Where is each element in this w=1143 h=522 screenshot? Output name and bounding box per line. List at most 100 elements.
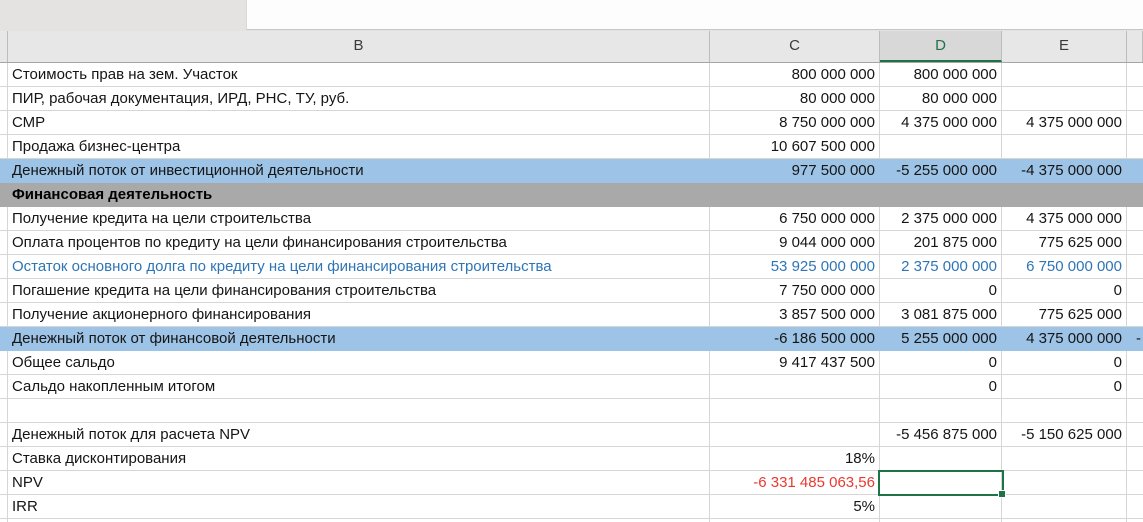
cell-e[interactable]: 775 625 000 (1002, 231, 1127, 255)
cell-d[interactable]: 201 875 000 (880, 231, 1002, 255)
cell-d[interactable]: 2 375 000 000 (880, 207, 1002, 231)
cell-a[interactable] (0, 87, 8, 111)
cell-label[interactable]: Денежный поток для расчета NPV (8, 423, 710, 447)
cell-d[interactable] (880, 135, 1002, 159)
cell-d[interactable] (880, 447, 1002, 471)
cell-c[interactable] (710, 183, 880, 207)
cell-c[interactable]: -6 186 500 000 (710, 327, 880, 351)
cell-a[interactable] (0, 159, 8, 183)
cell-label[interactable]: ПИР, рабочая документация, ИРД, РНС, ТУ,… (8, 87, 710, 111)
cell-a[interactable] (0, 375, 8, 399)
cell-a[interactable] (0, 207, 8, 231)
column-header-f-sliver[interactable] (1127, 31, 1143, 62)
cell-c[interactable]: 8 750 000 000 (710, 111, 880, 135)
cell-c[interactable]: 800 000 000 (710, 63, 880, 87)
cell-f[interactable] (1127, 471, 1143, 495)
cell-a[interactable] (0, 327, 8, 351)
cell-c[interactable] (710, 375, 880, 399)
cell-c[interactable]: 53 925 000 000 (710, 255, 880, 279)
cell-a[interactable] (0, 135, 8, 159)
column-header-e[interactable]: E (1002, 31, 1127, 62)
cell-label[interactable]: Сальдо накопленным итогом (8, 375, 710, 399)
cell-f[interactable] (1127, 423, 1143, 447)
cell-c[interactable] (710, 423, 880, 447)
cell-f[interactable] (1127, 87, 1143, 111)
cell-a[interactable] (0, 303, 8, 327)
cell-label[interactable] (8, 399, 710, 423)
cell-label[interactable]: Денежный поток от финансовой деятельност… (8, 327, 710, 351)
cell-f[interactable] (1127, 207, 1143, 231)
cell-label[interactable]: Продажа бизнес-центра (8, 135, 710, 159)
cell-e[interactable]: -5 150 625 000 (1002, 423, 1127, 447)
cell-label[interactable]: Денежный поток от инвестиционной деятель… (8, 159, 710, 183)
cell-d[interactable]: 0 (880, 351, 1002, 375)
cell-e[interactable] (1002, 183, 1127, 207)
cell-e[interactable]: 0 (1002, 279, 1127, 303)
cell-label[interactable]: Общее сальдо (8, 351, 710, 375)
cell-label[interactable]: Оплата процентов по кредиту на цели фина… (8, 231, 710, 255)
cell-c[interactable]: 977 500 000 (710, 159, 880, 183)
cell-e[interactable]: 4 375 000 000 (1002, 207, 1127, 231)
formula-bar[interactable] (246, 0, 1143, 30)
cell-e[interactable] (1002, 495, 1127, 519)
cell-d[interactable]: 0 (880, 279, 1002, 303)
column-header-b[interactable]: B (8, 31, 710, 62)
fill-handle[interactable] (998, 490, 1006, 498)
cell-e[interactable] (1002, 447, 1127, 471)
cell-a[interactable] (0, 399, 8, 423)
cell-f[interactable] (1127, 303, 1143, 327)
cell-f[interactable] (1127, 399, 1143, 423)
cell-label[interactable]: Погашение кредита на цели финансирования… (8, 279, 710, 303)
cell-c[interactable]: 6 750 000 000 (710, 207, 880, 231)
cell-f[interactable] (1127, 159, 1143, 183)
cell-label[interactable]: Остаток основного долга по кредиту на це… (8, 255, 710, 279)
cell-d[interactable]: 800 000 000 (880, 63, 1002, 87)
cell-f[interactable] (1127, 351, 1143, 375)
cell-e[interactable] (1002, 471, 1127, 495)
cell-a[interactable] (0, 447, 8, 471)
cell-a[interactable] (0, 279, 8, 303)
cell-a[interactable] (0, 495, 8, 519)
cell-e[interactable] (1002, 135, 1127, 159)
column-header-d[interactable]: D (880, 31, 1002, 62)
cell-a[interactable] (0, 423, 8, 447)
cell-a[interactable] (0, 255, 8, 279)
cell-c[interactable] (710, 399, 880, 423)
cell-a[interactable] (0, 471, 8, 495)
cell-d[interactable]: 80 000 000 (880, 87, 1002, 111)
cell-e[interactable] (1002, 87, 1127, 111)
cell-e[interactable]: -4 375 000 000 (1002, 159, 1127, 183)
cell-d[interactable] (880, 183, 1002, 207)
cell-d[interactable]: 4 375 000 000 (880, 111, 1002, 135)
cell-e[interactable] (1002, 63, 1127, 87)
cell-d[interactable]: 3 081 875 000 (880, 303, 1002, 327)
cell-f[interactable] (1127, 231, 1143, 255)
cell-d[interactable] (880, 399, 1002, 423)
cell-f[interactable] (1127, 111, 1143, 135)
cell-f[interactable] (1127, 255, 1143, 279)
cell-a[interactable] (0, 351, 8, 375)
cell-label[interactable]: Получение кредита на цели строительства (8, 207, 710, 231)
cell-c[interactable]: 9 417 437 500 (710, 351, 880, 375)
cell-d[interactable] (880, 495, 1002, 519)
cell-f[interactable] (1127, 375, 1143, 399)
cell-c[interactable]: 5% (710, 495, 880, 519)
cell-d[interactable]: -5 456 875 000 (880, 423, 1002, 447)
cell-e[interactable]: 4 375 000 000 (1002, 111, 1127, 135)
cell-label[interactable]: Получение акционерного финансирования (8, 303, 710, 327)
cell-e[interactable]: 0 (1002, 375, 1127, 399)
cell-label[interactable]: Стоимость прав на зем. Участок (8, 63, 710, 87)
cell-e[interactable]: 0 (1002, 351, 1127, 375)
cell-c[interactable]: 9 044 000 000 (710, 231, 880, 255)
cell-a[interactable] (0, 111, 8, 135)
cell-f[interactable] (1127, 495, 1143, 519)
cell-d[interactable]: 2 375 000 000 (880, 255, 1002, 279)
cell-f[interactable] (1127, 447, 1143, 471)
cell-d[interactable]: 0 (880, 375, 1002, 399)
cell-a[interactable] (0, 183, 8, 207)
cell-c[interactable]: 10 607 500 000 (710, 135, 880, 159)
cell-c[interactable]: 3 857 500 000 (710, 303, 880, 327)
cell-label[interactable]: СМР (8, 111, 710, 135)
cell-e[interactable]: 775 625 000 (1002, 303, 1127, 327)
cell-a[interactable] (0, 63, 8, 87)
